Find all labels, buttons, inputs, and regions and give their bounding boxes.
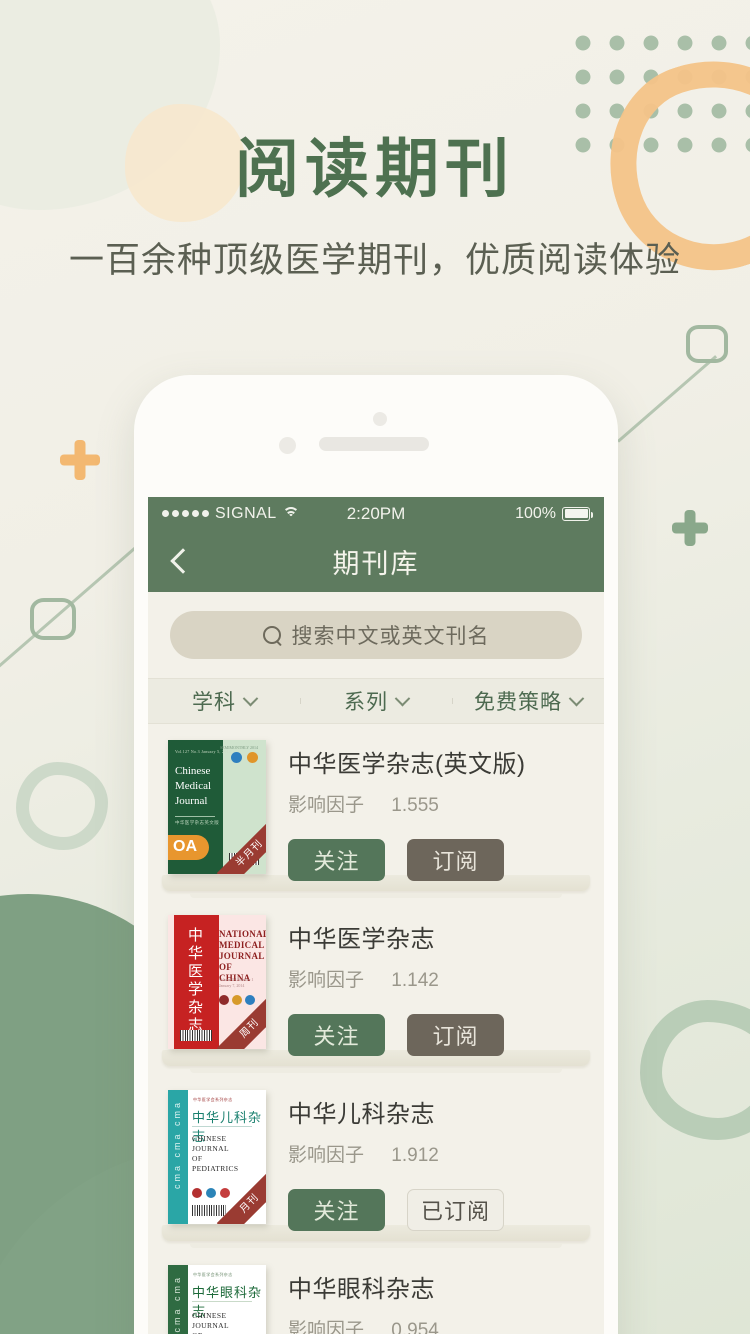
- list-item[interactable]: Vol.127 No.3 January 5, 2014 Chinese Med…: [148, 724, 604, 899]
- cover-corner-text: SEMIMONTHLY 2014: [219, 745, 258, 750]
- journal-meta: 中华眼科杂志 影响因子 0.954: [266, 1265, 584, 1334]
- filter-free-policy[interactable]: 免费策略: [452, 686, 604, 716]
- diagonal-line-right: [617, 355, 718, 443]
- cover-spine-text: cma cma cma: [172, 1100, 182, 1190]
- journal-title: 中华医学杂志(英文版): [288, 751, 526, 778]
- cover-title-en: CHINESE JOURNAL OF OPHTHALMOLOGY: [192, 1311, 229, 1334]
- cover-logo-dots: [218, 995, 255, 1005]
- battery-icon: [562, 506, 593, 521]
- proximity-sensor-icon: [279, 437, 296, 454]
- cover-spine-text: cma cma: [172, 1275, 182, 1333]
- blob-ring-left: [16, 762, 108, 850]
- impact-factor-label: 影响因子: [288, 970, 365, 991]
- impact-factor-value: 1.142: [391, 970, 439, 991]
- journal-cover[interactable]: 中华医学杂志 NATIONAL MEDICAL JOURNAL OF CHINA…: [168, 915, 266, 1049]
- hero-subtitle: 一百余种顶级医学期刊，优质阅读体验: [68, 241, 681, 280]
- status-bar: SIGNAL 2:20PM 100%: [148, 497, 604, 530]
- journal-cover[interactable]: Vol.127 No.3 January 5, 2014 Chinese Med…: [168, 740, 266, 874]
- plus-green: [672, 510, 708, 546]
- impact-factor-label: 影响因子: [288, 1145, 365, 1166]
- journal-cover[interactable]: cma cma 中华医学会系列杂志 中华眼科杂志 CHINESE JOURNAL…: [168, 1265, 266, 1334]
- filter-free-policy-label: 免费策略: [474, 691, 562, 714]
- chevron-down-icon: [394, 690, 411, 706]
- journal-list: Vol.127 No.3 January 5, 2014 Chinese Med…: [148, 724, 604, 1334]
- cover-barcode: [180, 1030, 212, 1041]
- impact-factor-label: 影响因子: [288, 795, 365, 816]
- subscribe-button[interactable]: 订阅: [407, 839, 504, 881]
- battery-percent-label: 100%: [515, 504, 556, 522]
- impact-factor-label: 影响因子: [288, 1320, 365, 1334]
- plus-orange: [60, 440, 100, 480]
- filter-subject-label: 学科: [192, 691, 236, 714]
- cover-logo-dots: [231, 752, 258, 763]
- filter-bar: 学科 系列 免费策略: [148, 678, 604, 724]
- hero-title: 阅读期刊: [235, 133, 515, 205]
- search-input[interactable]: 搜索中文或英文刊名: [170, 611, 582, 659]
- filter-subject[interactable]: 学科: [148, 686, 300, 716]
- signal-strength-icon: [162, 510, 209, 517]
- cover-subtitle-cn: 中华医学杂志英文版: [175, 820, 220, 825]
- impact-factor-value: 0.954: [391, 1320, 439, 1334]
- journal-meta: 中华儿科杂志 影响因子 1.912 关注 已订阅: [266, 1090, 584, 1231]
- wifi-icon: [282, 507, 300, 520]
- follow-button[interactable]: 关注: [288, 1014, 385, 1056]
- chevron-down-icon: [568, 690, 585, 706]
- journal-cover[interactable]: cma cma cma 中华医学会系列杂志 中华儿科杂志 CHINESE JOU…: [168, 1090, 266, 1224]
- earpiece-speaker: [319, 437, 429, 451]
- journal-title: 中华儿科杂志: [288, 1101, 435, 1128]
- nav-bar: 期刊库: [148, 530, 604, 592]
- frequency-ribbon: 半月刊: [216, 820, 266, 874]
- page-title: 期刊库: [332, 548, 420, 579]
- impact-factor-row: 影响因子 1.912: [288, 1140, 584, 1167]
- search-icon: [262, 625, 282, 645]
- cover-title-en: NATIONAL MEDICAL JOURNAL OF CHINA: [218, 929, 266, 983]
- journal-actions: 关注 订阅: [288, 1014, 584, 1056]
- carrier-label: SIGNAL: [215, 504, 277, 522]
- journal-meta: 中华医学杂志 影响因子 1.142 关注 订阅: [266, 915, 584, 1056]
- impact-factor-row: 影响因子 1.555: [288, 790, 584, 817]
- search-placeholder: 搜索中文或英文刊名: [291, 625, 490, 648]
- cover-top-line: 中华医学会系列杂志: [193, 1272, 233, 1277]
- phone-mockup: SIGNAL 2:20PM 100% 期刊库 搜索中文或英文刊名 学科 系列 免…: [134, 375, 618, 1334]
- status-bar-right: 100%: [405, 504, 593, 523]
- follow-button[interactable]: 关注: [288, 839, 385, 881]
- chevron-down-icon: [242, 690, 259, 706]
- cover-title: Chinese Medical Journal: [175, 765, 212, 807]
- cover-issue-text: Volume 94 Number 1 January 7, 2014: [218, 977, 254, 988]
- status-bar-time: 2:20PM: [346, 503, 406, 523]
- phone-screen: SIGNAL 2:20PM 100% 期刊库 搜索中文或英文刊名 学科 系列 免…: [148, 497, 604, 1334]
- cover-title-en: CHINESE JOURNAL OF PEDIATRICS: [192, 1134, 239, 1173]
- filter-series-label: 系列: [344, 691, 388, 714]
- journal-meta: 中华医学杂志(英文版) 影响因子 1.555 关注 订阅: [266, 740, 584, 881]
- blob-ring-right: [640, 1000, 750, 1140]
- journal-title: 中华眼科杂志: [288, 1276, 435, 1303]
- hexagon-outline-right: [686, 325, 728, 363]
- oa-badge: OA: [168, 835, 209, 860]
- list-item[interactable]: cma cma cma 中华医学会系列杂志 中华儿科杂志 CHINESE JOU…: [148, 1074, 604, 1249]
- hexagon-outline-left: [30, 598, 76, 640]
- cover-barcode: [192, 1205, 226, 1216]
- front-camera-icon: [373, 412, 387, 426]
- filter-series[interactable]: 系列: [300, 686, 452, 716]
- status-bar-left: SIGNAL: [162, 505, 347, 523]
- cover-logo-dots: [192, 1188, 230, 1198]
- impact-factor-row: 影响因子 0.954: [288, 1315, 584, 1334]
- subscribed-button[interactable]: 已订阅: [407, 1189, 504, 1231]
- cover-top-line: 中华医学会系列杂志: [193, 1097, 233, 1102]
- impact-factor-value: 1.555: [391, 795, 439, 816]
- journal-actions: 关注 已订阅: [288, 1189, 584, 1231]
- back-button[interactable]: [166, 548, 192, 574]
- list-item[interactable]: cma cma 中华医学会系列杂志 中华眼科杂志 CHINESE JOURNAL…: [148, 1249, 604, 1334]
- cover-title-cn: 中华医学杂志: [186, 927, 202, 1035]
- subscribe-button[interactable]: 订阅: [407, 1014, 504, 1056]
- impact-factor-value: 1.912: [391, 1145, 439, 1166]
- impact-factor-row: 影响因子 1.142: [288, 965, 584, 992]
- search-bar-container: 搜索中文或英文刊名: [148, 592, 604, 678]
- journal-actions: 关注 订阅: [288, 839, 584, 881]
- journal-title: 中华医学杂志: [288, 926, 435, 953]
- follow-button[interactable]: 关注: [288, 1189, 385, 1231]
- list-item[interactable]: 中华医学杂志 NATIONAL MEDICAL JOURNAL OF CHINA…: [148, 899, 604, 1074]
